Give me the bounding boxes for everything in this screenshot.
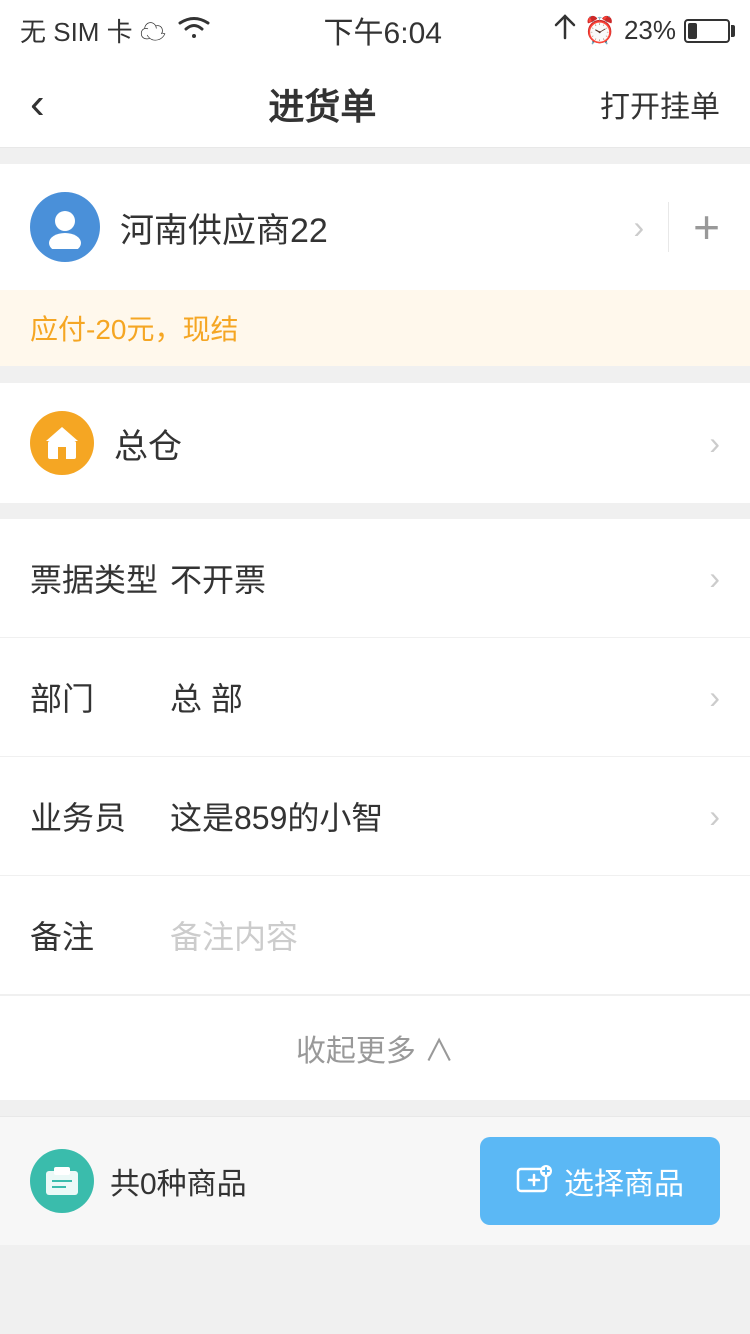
warehouse-card: 总仓 › [0,382,750,503]
products-count: 共0种商品 [110,1159,247,1203]
supplier-row[interactable]: 河南供应商22 › + [0,164,750,290]
bottom-bar: 共0种商品 选择商品 [0,1116,750,1245]
supplier-name: 河南供应商22 [120,203,633,252]
status-bar-left: 无 SIM 卡 ☁ [20,12,212,49]
invoice-type-value: 不开票 [170,555,709,601]
collapse-button[interactable]: 收起更多 ∧ [0,995,750,1100]
warehouse-icon [30,411,94,475]
warehouse-name: 总仓 [114,419,709,468]
products-info: 共0种商品 [30,1149,247,1213]
salesman-chevron-icon: › [709,798,720,835]
battery-text: 23% [624,15,676,46]
divider-vertical [668,202,669,252]
warehouse-chevron-icon: › [709,425,720,462]
location-icon [554,14,576,47]
page-title: 进货单 [268,78,376,130]
back-button[interactable]: ‹ [30,79,45,129]
remarks-input[interactable]: 备注内容 [170,912,720,958]
status-bar: 无 SIM 卡 ☁ 下午6:04 ⏰ 23% [0,0,750,60]
salesman-value: 这是859的小智 [170,793,709,839]
wifi-icon [176,14,212,47]
warehouse-row[interactable]: 总仓 › [0,382,750,503]
page: 无 SIM 卡 ☁ 下午6:04 ⏰ 23% ‹ 进货单 打开挂单 [0,0,750,1334]
invoice-type-row[interactable]: 票据类型 不开票 › [0,519,750,638]
chevron-right-icon: › [633,209,644,246]
supplier-right: › + [633,202,720,252]
battery-icon [684,15,730,46]
select-product-label: 选择商品 [564,1159,684,1203]
add-supplier-button[interactable]: + [693,204,720,250]
notice-text: 应付-20元，现结 [30,314,238,345]
sim-status: 无 SIM 卡 ☁ [20,12,166,49]
supplier-avatar [30,192,100,262]
invoice-type-chevron-icon: › [709,560,720,597]
remarks-label: 备注 [30,912,160,958]
collapse-label: 收起更多 ∧ [296,1026,454,1070]
alarm-icon: ⏰ [584,15,616,46]
products-icon [30,1149,94,1213]
salesman-row[interactable]: 业务员 这是859的小智 › [0,757,750,876]
salesman-label: 业务员 [30,793,160,839]
department-value: 总 部 [170,674,709,720]
department-row[interactable]: 部门 总 部 › [0,638,750,757]
notice-bar: 应付-20元，现结 [0,290,750,366]
nav-bar: ‹ 进货单 打开挂单 [0,60,750,148]
form-section: 票据类型 不开票 › 部门 总 部 › 业务员 这是859的小智 › 备注 备注… [0,519,750,1100]
select-product-button[interactable]: 选择商品 [480,1137,720,1225]
department-chevron-icon: › [709,679,720,716]
remarks-row[interactable]: 备注 备注内容 [0,876,750,995]
separator-1 [0,148,750,164]
status-bar-time: 下午6:04 [324,8,442,52]
invoice-type-label: 票据类型 [30,555,160,601]
open-pending-button[interactable]: 打开挂单 [600,82,720,126]
supplier-card: 河南供应商22 › + 应付-20元，现结 [0,164,750,366]
department-label: 部门 [30,674,160,720]
status-bar-right: ⏰ 23% [554,14,730,47]
